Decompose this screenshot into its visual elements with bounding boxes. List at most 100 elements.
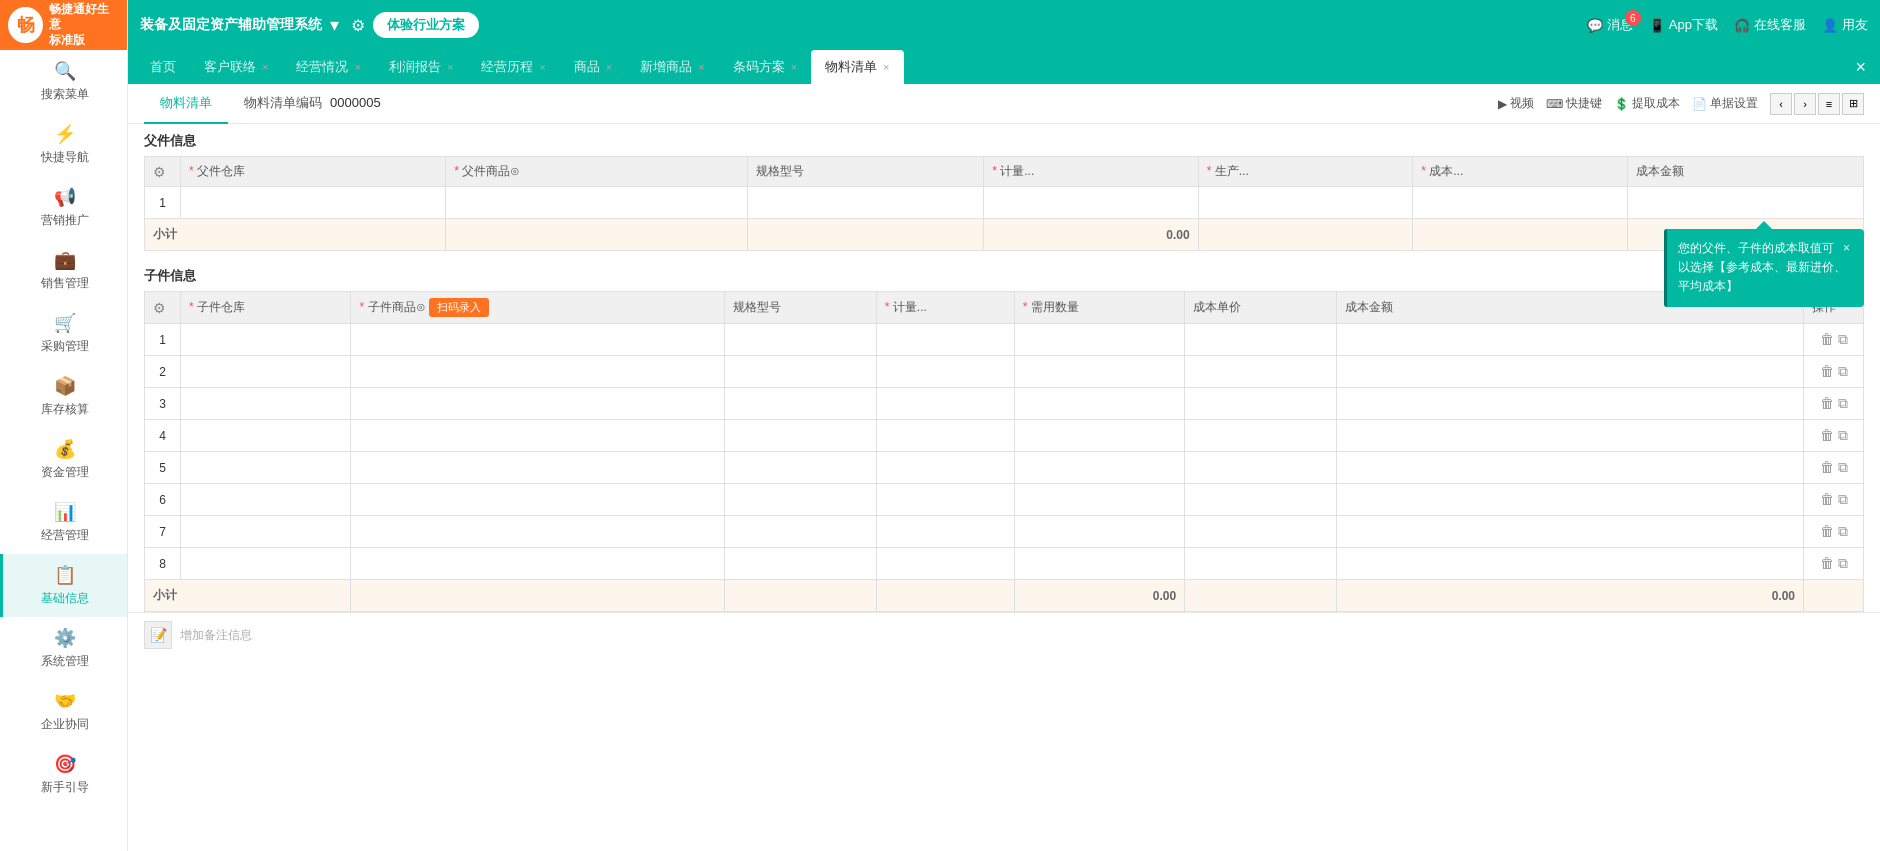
nav-prev-btn[interactable]: ‹	[1770, 93, 1792, 115]
child-warehouse-1[interactable]	[181, 324, 351, 356]
child-product-3[interactable]	[351, 388, 725, 420]
child-spec-5[interactable]	[725, 452, 877, 484]
extract-cost-btn[interactable]: 💲 提取成本	[1614, 95, 1680, 112]
copy-icon-3[interactable]: ⧉	[1838, 395, 1848, 412]
sidebar-item-purchase[interactable]: 🛒 采购管理	[0, 302, 127, 365]
child-product-7[interactable]	[351, 516, 725, 548]
child-spec-6[interactable]	[725, 484, 877, 516]
tab-customer[interactable]: 客户联络 ×	[190, 50, 282, 84]
sidebar-item-guide[interactable]: 🎯 新手引导	[0, 743, 127, 806]
subtab-bom-code[interactable]: 物料清单编码 0000005	[228, 84, 397, 124]
child-qty-3[interactable]	[1014, 388, 1184, 420]
parent-cell-product-1[interactable]	[446, 187, 748, 219]
child-unit-cost-5[interactable]	[1185, 452, 1337, 484]
tab-operations[interactable]: 经营情况 ×	[282, 50, 374, 84]
add-note-btn[interactable]: 📝	[144, 621, 172, 649]
child-warehouse-6[interactable]	[181, 484, 351, 516]
copy-icon-6[interactable]: ⧉	[1838, 491, 1848, 508]
child-unit-cost-6[interactable]	[1185, 484, 1337, 516]
sidebar-item-finance[interactable]: 💰 资金管理	[0, 428, 127, 491]
tab-close-operations[interactable]: ×	[354, 61, 360, 73]
tooltip-close-btn[interactable]: ×	[1843, 239, 1850, 258]
subtab-bom-list[interactable]: 物料清单	[144, 84, 228, 124]
child-qty-7[interactable]	[1014, 516, 1184, 548]
doc-settings-btn[interactable]: 📄 单据设置	[1692, 95, 1758, 112]
sidebar-item-marketing[interactable]: 📢 营销推广	[0, 176, 127, 239]
child-spec-3[interactable]	[725, 388, 877, 420]
child-unit-2[interactable]	[876, 356, 1014, 388]
tab-close-profit[interactable]: ×	[447, 61, 453, 73]
child-product-1[interactable]	[351, 324, 725, 356]
tab-close-customer[interactable]: ×	[262, 61, 268, 73]
sidebar-item-inventory[interactable]: 📦 库存核算	[0, 365, 127, 428]
trial-btn[interactable]: 体验行业方案	[373, 12, 479, 38]
settings-gear-icon[interactable]: ⚙	[351, 16, 365, 35]
tab-profit[interactable]: 利润报告 ×	[375, 50, 467, 84]
child-unit-cost-2[interactable]	[1185, 356, 1337, 388]
copy-icon-4[interactable]: ⧉	[1838, 427, 1848, 444]
copy-icon-5[interactable]: ⧉	[1838, 459, 1848, 476]
tab-home[interactable]: 首页	[136, 50, 190, 84]
tab-history[interactable]: 经营历程 ×	[467, 50, 559, 84]
copy-icon-2[interactable]: ⧉	[1838, 363, 1848, 380]
copy-icon-8[interactable]: ⧉	[1838, 555, 1848, 572]
child-warehouse-3[interactable]	[181, 388, 351, 420]
tab-close-barcode[interactable]: ×	[791, 61, 797, 73]
parent-cell-production-1[interactable]	[1198, 187, 1413, 219]
child-unit-cost-1[interactable]	[1185, 324, 1337, 356]
child-unit-cost-3[interactable]	[1185, 388, 1337, 420]
parent-cell-cost-1[interactable]	[1413, 187, 1628, 219]
child-product-4[interactable]	[351, 420, 725, 452]
message-item[interactable]: 💬 消息 6	[1587, 16, 1633, 34]
child-qty-4[interactable]	[1014, 420, 1184, 452]
child-unit-cost-4[interactable]	[1185, 420, 1337, 452]
copy-icon-1[interactable]: ⧉	[1838, 331, 1848, 348]
tab-close-all[interactable]: ×	[1849, 57, 1872, 78]
child-unit-5[interactable]	[876, 452, 1014, 484]
tab-barcode[interactable]: 条码方案 ×	[719, 50, 811, 84]
child-spec-8[interactable]	[725, 548, 877, 580]
online-support-item[interactable]: 🎧 在线客服	[1734, 16, 1806, 34]
child-product-8[interactable]	[351, 548, 725, 580]
tab-new-product[interactable]: 新增商品 ×	[626, 50, 718, 84]
child-spec-4[interactable]	[725, 420, 877, 452]
child-warehouse-5[interactable]	[181, 452, 351, 484]
parent-cell-spec-1[interactable]	[748, 187, 984, 219]
sidebar-item-search[interactable]: 🔍 搜索菜单	[0, 50, 127, 113]
child-spec-2[interactable]	[725, 356, 877, 388]
child-qty-2[interactable]	[1014, 356, 1184, 388]
child-product-6[interactable]	[351, 484, 725, 516]
shortcut-btn[interactable]: ⌨ 快捷键	[1546, 95, 1602, 112]
child-product-2[interactable]	[351, 356, 725, 388]
delete-icon-2[interactable]: 🗑	[1820, 363, 1834, 380]
sidebar-item-quicknav[interactable]: ⚡ 快捷导航	[0, 113, 127, 176]
child-unit-cost-8[interactable]	[1185, 548, 1337, 580]
app-download-item[interactable]: 📱 App下载	[1649, 16, 1718, 34]
child-warehouse-8[interactable]	[181, 548, 351, 580]
video-btn[interactable]: ▶ 视频	[1498, 95, 1534, 112]
child-qty-1[interactable]	[1014, 324, 1184, 356]
scan-btn[interactable]: 扫码录入	[429, 298, 489, 317]
tab-close-new-product[interactable]: ×	[698, 61, 704, 73]
delete-icon-5[interactable]: 🗑	[1820, 459, 1834, 476]
copy-icon-7[interactable]: ⧉	[1838, 523, 1848, 540]
sidebar-item-collab[interactable]: 🤝 企业协同	[0, 680, 127, 743]
child-warehouse-2[interactable]	[181, 356, 351, 388]
tab-product[interactable]: 商品 ×	[560, 50, 626, 84]
child-unit-cost-7[interactable]	[1185, 516, 1337, 548]
child-unit-1[interactable]	[876, 324, 1014, 356]
child-warehouse-4[interactable]	[181, 420, 351, 452]
delete-icon-6[interactable]: 🗑	[1820, 491, 1834, 508]
parent-cell-warehouse-1[interactable]	[181, 187, 446, 219]
tab-close-history[interactable]: ×	[539, 61, 545, 73]
child-product-5[interactable]	[351, 452, 725, 484]
delete-icon-4[interactable]: 🗑	[1820, 427, 1834, 444]
tab-close-product[interactable]: ×	[606, 61, 612, 73]
delete-icon-8[interactable]: 🗑	[1820, 555, 1834, 572]
child-qty-8[interactable]	[1014, 548, 1184, 580]
dropdown-arrow-icon[interactable]: ▾	[330, 14, 339, 36]
child-unit-3[interactable]	[876, 388, 1014, 420]
sidebar-item-system[interactable]: ⚙️ 系统管理	[0, 617, 127, 680]
child-unit-7[interactable]	[876, 516, 1014, 548]
sidebar-item-sales[interactable]: 💼 销售管理	[0, 239, 127, 302]
